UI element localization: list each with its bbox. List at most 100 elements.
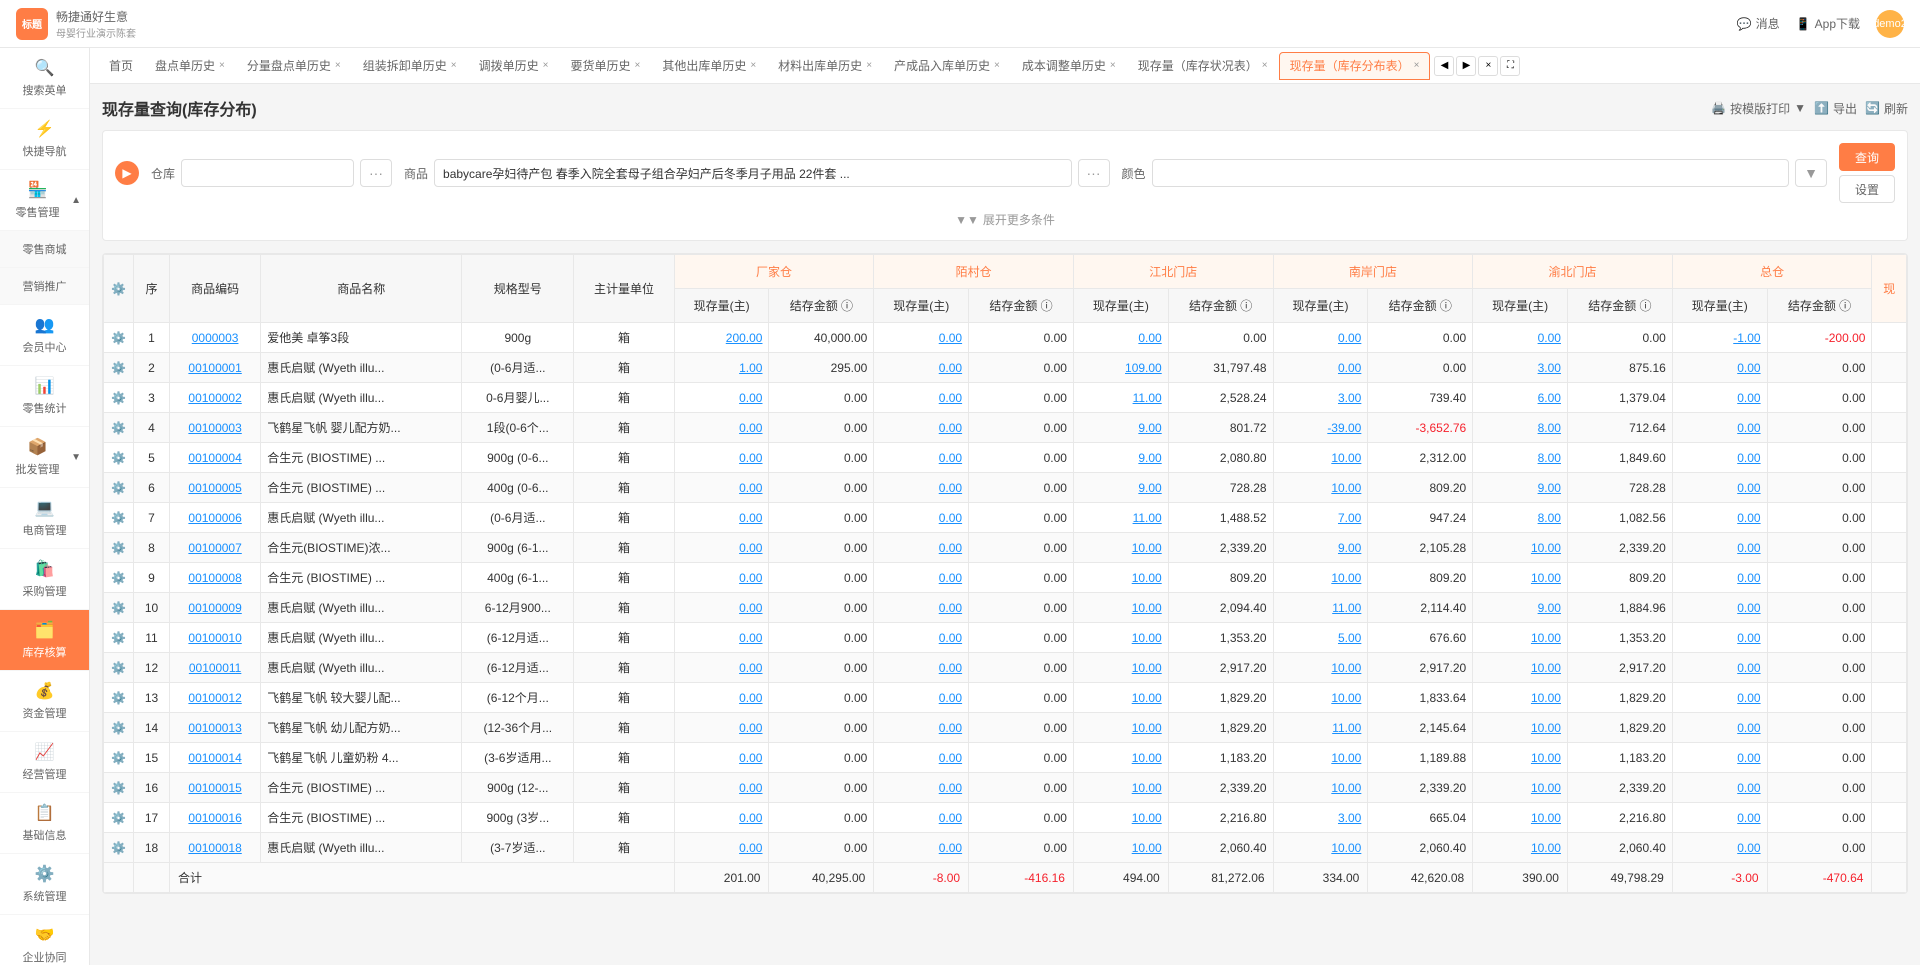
row-c1-amt: 0.00 (769, 623, 874, 653)
tab-expand-btn[interactable]: ⛶ (1500, 56, 1520, 76)
sidebar-item-management[interactable]: 📈 经营管理 (0, 732, 89, 793)
row-c4-qty: 0.00 (1273, 323, 1368, 353)
row-c4-qty: 10.00 (1273, 683, 1368, 713)
query-btn[interactable]: 查询 (1839, 143, 1895, 171)
row-gear[interactable]: ⚙️ (104, 713, 134, 743)
goods-dots-btn[interactable]: ··· (1078, 159, 1110, 187)
sidebar-item-mall[interactable]: 零售商城 (0, 231, 89, 268)
row-c4-qty: 10.00 (1273, 833, 1368, 863)
row-unit: 箱 (574, 593, 674, 623)
row-code: 00100014 (170, 743, 261, 773)
tab-cost-adj[interactable]: 成本调整单历史 × (1011, 52, 1127, 80)
tab-close-all-btn[interactable]: × (1478, 56, 1498, 76)
row-gear[interactable]: ⚙️ (104, 503, 134, 533)
row-t-amt: 0.00 (1767, 773, 1872, 803)
sidebar-item-retail[interactable]: 🏪 零售管理 ▲ (0, 170, 89, 231)
row-gear[interactable]: ⚙️ (104, 473, 134, 503)
row-gear[interactable]: ⚙️ (104, 833, 134, 863)
sidebar-item-marketing[interactable]: 营销推广 (0, 268, 89, 305)
settings-btn[interactable]: 设置 (1839, 175, 1895, 203)
row-c4-amt: 2,917.20 (1368, 653, 1473, 683)
row-gear[interactable]: ⚙️ (104, 383, 134, 413)
tab-close-inv-dist[interactable]: × (1414, 60, 1420, 71)
row-gear[interactable]: ⚙️ (104, 683, 134, 713)
row-gear[interactable]: ⚙️ (104, 743, 134, 773)
row-gear[interactable]: ⚙️ (104, 803, 134, 833)
row-gear[interactable]: ⚙️ (104, 353, 134, 383)
sidebar-item-basics[interactable]: 📋 基础信息 (0, 793, 89, 854)
row-gear[interactable]: ⚙️ (104, 623, 134, 653)
tab-close-fraction[interactable]: × (335, 60, 341, 71)
table-row: ⚙️ 13 00100012 飞鹤星飞帆 较大婴儿配... (6-12个月...… (104, 683, 1907, 713)
message-btn[interactable]: 💬 消息 (1737, 15, 1780, 32)
tab-close-assembly[interactable]: × (451, 60, 457, 71)
row-gear[interactable]: ⚙️ (104, 593, 134, 623)
download-btn[interactable]: 📱 App下载 (1796, 15, 1860, 32)
row-t-amt: 0.00 (1767, 533, 1872, 563)
sidebar-item-nav[interactable]: ⚡ 快捷导航 (0, 109, 89, 170)
sidebar-item-system[interactable]: ⚙️ 系统管理 (0, 854, 89, 915)
tab-inv-status[interactable]: 现存量（库存状况表） × (1127, 52, 1279, 80)
user-avatar[interactable]: demo2 (1876, 10, 1904, 38)
tab-prev-btn[interactable]: ◀ (1434, 56, 1454, 76)
row-name: 惠氏启赋 (Wyeth illu... (261, 833, 462, 863)
warehouse-dots-btn[interactable]: ··· (360, 159, 392, 187)
tab-close-requisition[interactable]: × (634, 60, 640, 71)
sidebar-item-member[interactable]: 👥 会员中心 (0, 305, 89, 366)
row-unit: 箱 (574, 833, 674, 863)
sidebar-item-ecommerce[interactable]: 💻 电商管理 (0, 488, 89, 549)
row-gear[interactable]: ⚙️ (104, 323, 134, 353)
tab-stocktake[interactable]: 盘点单历史 × (144, 52, 236, 80)
table-row: ⚙️ 2 00100001 惠氏启赋 (Wyeth illu... (0-6月适… (104, 353, 1907, 383)
sidebar-item-stats[interactable]: 📊 零售统计 (0, 366, 89, 427)
row-gear[interactable]: ⚙️ (104, 413, 134, 443)
print-btn[interactable]: 🖨️ 按模版打印 ▼ (1711, 100, 1806, 117)
tab-close-cost-adj[interactable]: × (1110, 60, 1116, 71)
goods-input[interactable] (434, 159, 1071, 187)
sidebar-item-search[interactable]: 🔍 搜索英单 (0, 48, 89, 109)
row-code: 00100003 (170, 413, 261, 443)
expand-conditions-btn[interactable]: ▼▼ 展开更多条件 (955, 211, 1055, 228)
sidebar-item-wholesale[interactable]: 📦 批发管理 ▼ (0, 427, 89, 488)
row-name: 合生元(BIOSTIME)浓... (261, 533, 462, 563)
tab-fraction[interactable]: 分量盘点单历史 × (236, 52, 352, 80)
tab-close-transfer[interactable]: × (543, 60, 549, 71)
warehouse-input[interactable] (181, 159, 354, 187)
tab-close-stocktake[interactable]: × (219, 60, 225, 71)
row-gear[interactable]: ⚙️ (104, 653, 134, 683)
export-btn[interactable]: ⬆️ 导出 (1814, 100, 1857, 117)
row-t-qty: 0.00 (1672, 593, 1767, 623)
tab-inv-dist[interactable]: 现存量（库存分布表） × (1279, 52, 1431, 80)
expand-arrow-btn[interactable]: ▶ (115, 161, 139, 185)
color-input[interactable] (1152, 159, 1790, 187)
purchase-icon: 🛍️ (35, 559, 55, 579)
tab-other-out[interactable]: 其他出库单历史 × (651, 52, 767, 80)
tab-close-other-out[interactable]: × (750, 60, 756, 71)
row-name: 合生元 (BIOSTIME) ... (261, 773, 462, 803)
sidebar-item-finance[interactable]: 💰 资金管理 (0, 671, 89, 732)
row-t-amt: 0.00 (1767, 353, 1872, 383)
tab-finished-in[interactable]: 产成品入库单历史 × (883, 52, 1011, 80)
tab-requisition[interactable]: 要货单历史 × (559, 52, 651, 80)
logo-area: 标题 畅捷通好生意 母婴行业演示陈套 (16, 8, 136, 40)
sidebar-item-collab[interactable]: 🤝 企业协同 (0, 915, 89, 965)
row-gear[interactable]: ⚙️ (104, 773, 134, 803)
row-gear[interactable]: ⚙️ (104, 443, 134, 473)
tab-home[interactable]: 首页 (98, 52, 144, 80)
sidebar-item-inventory[interactable]: 🗂️ 库存核算 (0, 610, 89, 671)
tab-transfer[interactable]: 调拨单历史 × (468, 52, 560, 80)
row-gear[interactable]: ⚙️ (104, 533, 134, 563)
tab-material-out[interactable]: 材料出库单历史 × (767, 52, 883, 80)
tab-next-btn[interactable]: ▶ (1456, 56, 1476, 76)
row-gear[interactable]: ⚙️ (104, 563, 134, 593)
row-c1-qty: 0.00 (674, 743, 769, 773)
tab-assembly[interactable]: 组装拆卸单历史 × (352, 52, 468, 80)
row-t-qty: 0.00 (1672, 563, 1767, 593)
footer-c4-qty: 334.00 (1273, 863, 1368, 893)
tab-close-material-out[interactable]: × (866, 60, 872, 71)
tab-close-inv-status[interactable]: × (1262, 60, 1268, 71)
tab-close-finished-in[interactable]: × (994, 60, 1000, 71)
refresh-btn[interactable]: 🔄 刷新 (1865, 100, 1908, 117)
sidebar-item-purchase[interactable]: 🛍️ 采购管理 (0, 549, 89, 610)
color-arrow-btn[interactable]: ▼ (1795, 159, 1827, 187)
